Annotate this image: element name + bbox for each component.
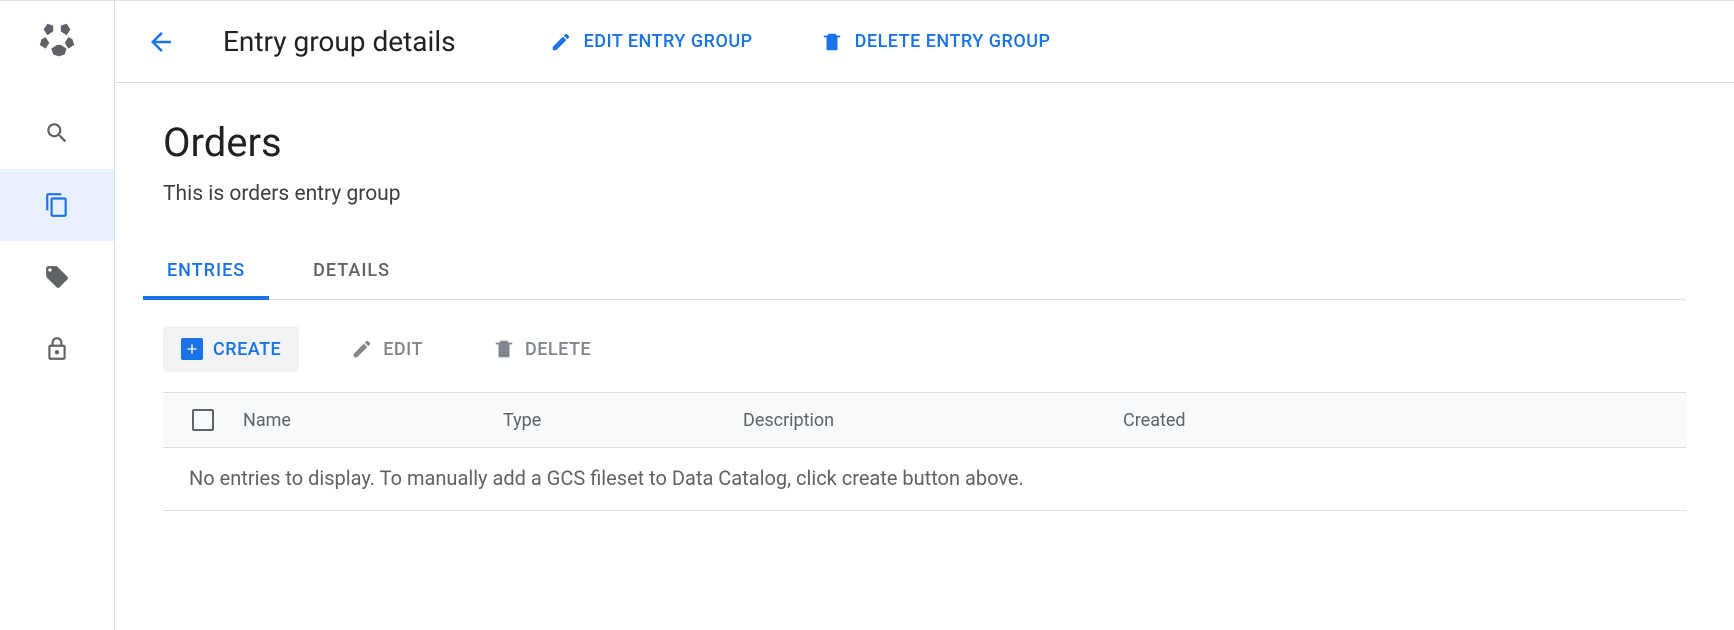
col-header-type[interactable]: Type [503, 410, 743, 431]
product-logo-icon [29, 13, 85, 69]
entries-toolbar: CREATE EDIT DELETE [163, 326, 1686, 372]
col-header-name[interactable]: Name [243, 410, 503, 431]
trash-icon [821, 31, 843, 53]
create-entry-button[interactable]: CREATE [163, 326, 299, 372]
search-icon [44, 120, 70, 146]
trash-icon [493, 338, 515, 360]
plus-icon [181, 338, 203, 360]
pencil-icon [550, 31, 572, 53]
select-all-checkbox[interactable] [192, 409, 214, 431]
main-panel: Entry group details EDIT ENTRY GROUP DEL… [115, 1, 1734, 630]
topbar: Entry group details EDIT ENTRY GROUP DEL… [115, 1, 1734, 83]
delete-entry-button[interactable]: DELETE [475, 326, 609, 372]
sidebar-item-entry-groups[interactable] [0, 169, 114, 241]
col-header-description[interactable]: Description [743, 410, 1123, 431]
entries-table-header: Name Type Description Created [163, 392, 1686, 448]
content-area: Orders This is orders entry group ENTRIE… [115, 83, 1734, 630]
tabs: ENTRIES DETAILS [163, 246, 1686, 300]
sidebar [0, 1, 115, 630]
create-label: CREATE [213, 339, 281, 360]
page-title: Entry group details [223, 25, 456, 58]
lock-icon [44, 336, 70, 362]
delete-label: DELETE [525, 339, 591, 360]
sidebar-item-search[interactable] [0, 97, 114, 169]
edit-entry-group-button[interactable]: EDIT ENTRY GROUP [536, 23, 767, 61]
delete-entry-group-label: DELETE ENTRY GROUP [855, 31, 1051, 52]
pencil-icon [351, 338, 373, 360]
entry-group-description: This is orders entry group [163, 182, 1686, 206]
sidebar-item-policies[interactable] [0, 313, 114, 385]
tab-entries[interactable]: ENTRIES [163, 246, 249, 299]
copy-icon [44, 192, 70, 218]
arrow-left-icon [146, 27, 176, 57]
tab-details[interactable]: DETAILS [309, 246, 394, 299]
col-header-created[interactable]: Created [1123, 410, 1686, 431]
sidebar-item-tags[interactable] [0, 241, 114, 313]
edit-entry-group-label: EDIT ENTRY GROUP [584, 31, 753, 52]
tag-icon [44, 264, 70, 290]
back-button[interactable] [139, 20, 183, 64]
delete-entry-group-button[interactable]: DELETE ENTRY GROUP [807, 23, 1065, 61]
entries-empty-message: No entries to display. To manually add a… [163, 448, 1686, 511]
edit-entry-button[interactable]: EDIT [333, 326, 441, 372]
edit-label: EDIT [383, 339, 423, 360]
entry-group-name: Orders [163, 119, 1686, 166]
